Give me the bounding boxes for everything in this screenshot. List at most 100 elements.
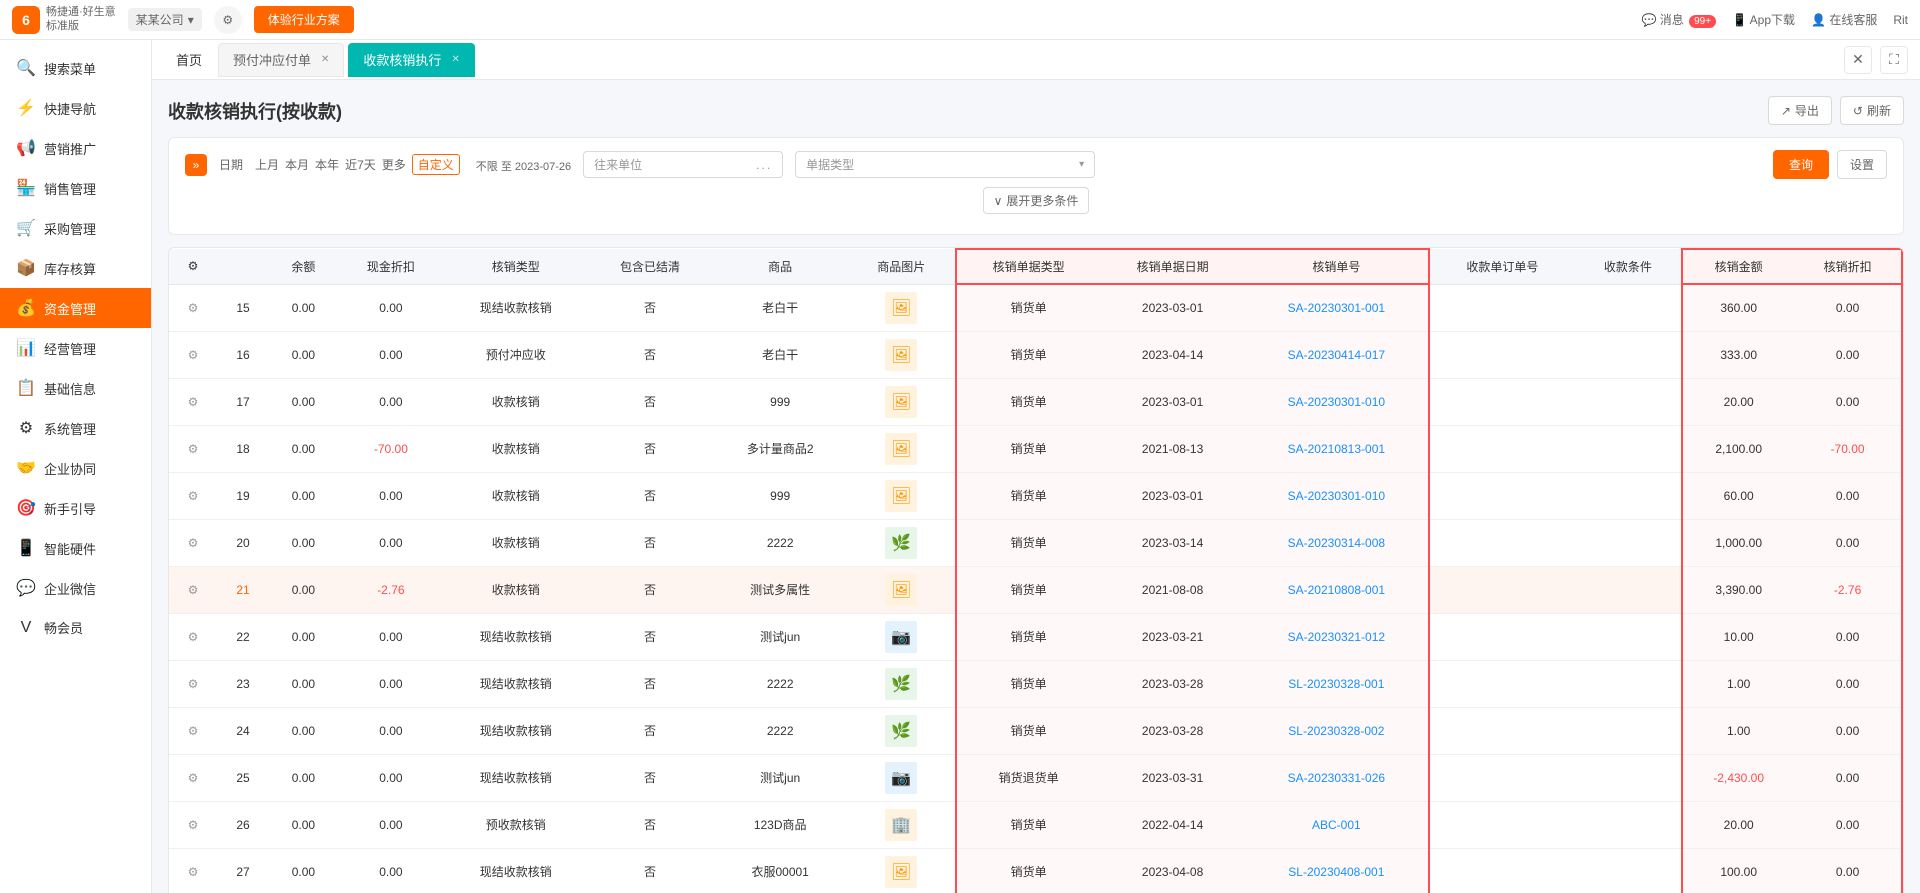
sidebar-item-guide[interactable]: 🎯 新手引导 — [0, 488, 151, 528]
row-settings-icon[interactable]: ⚙ — [169, 519, 217, 566]
sidebar-item-inventory[interactable]: 📦 库存核算 — [0, 248, 151, 288]
write-off-no-link[interactable]: SA-20210808-001 — [1288, 583, 1385, 597]
row-settings-icon[interactable]: ⚙ — [169, 331, 217, 378]
date-this-year[interactable]: 本年 — [315, 156, 339, 173]
th-settings[interactable]: ⚙ — [169, 249, 217, 284]
write-off-no-link[interactable]: SA-20210813-001 — [1288, 442, 1385, 456]
sidebar-item-system[interactable]: ⚙ 系统管理 — [0, 408, 151, 448]
write-off-no-link[interactable]: SA-20230301-010 — [1288, 489, 1385, 503]
query-button[interactable]: 查询 — [1773, 150, 1829, 179]
sidebar-item-quick-nav[interactable]: ⚡ 快捷导航 — [0, 88, 151, 128]
row-settings-icon[interactable]: ⚙ — [169, 801, 217, 848]
filter-expand-button[interactable]: » — [185, 154, 207, 176]
date-last-month[interactable]: 上月 — [255, 156, 279, 173]
sidebar-item-sales[interactable]: 🏪 销售管理 — [0, 168, 151, 208]
tab-bar-actions: ✕ ⛶ — [1844, 46, 1908, 74]
row-write-off-date: 2021-08-08 — [1101, 566, 1245, 613]
partner-filter[interactable]: 往来单位 ... — [583, 151, 783, 178]
row-settings-icon[interactable]: ⚙ — [169, 754, 217, 801]
row-settings-icon[interactable]: ⚙ — [169, 284, 217, 331]
row-write-off-type: 现结收款核销 — [444, 848, 588, 893]
row-product-image: 📷 — [848, 754, 956, 801]
row-settings-icon[interactable]: ⚙ — [169, 566, 217, 613]
settings-icon[interactable]: ⚙ — [214, 6, 242, 34]
row-settings-icon[interactable]: ⚙ — [169, 848, 217, 893]
sidebar-item-search[interactable]: 🔍 搜索菜单 — [0, 48, 151, 88]
sidebar-item-member[interactable]: V 畅会员 — [0, 608, 151, 647]
refresh-button[interactable]: ↺ 刷新 — [1840, 96, 1904, 125]
write-off-no-link[interactable]: SA-20230414-017 — [1288, 348, 1385, 362]
sidebar-item-collab[interactable]: 🤝 企业协同 — [0, 448, 151, 488]
row-settings-icon[interactable]: ⚙ — [169, 660, 217, 707]
sidebar-item-wechat[interactable]: 💬 企业微信 — [0, 568, 151, 608]
th-write-off-discount: 核销折扣 — [1794, 249, 1902, 284]
th-included-cleared: 包含已结清 — [588, 249, 713, 284]
expand-more-row: ∨ 展开更多条件 — [185, 187, 1887, 214]
write-off-no-link[interactable]: SA-20230301-001 — [1288, 301, 1385, 315]
write-off-no-link[interactable]: SA-20230314-008 — [1288, 536, 1385, 550]
write-off-no-link[interactable]: SA-20230321-012 — [1288, 630, 1385, 644]
export-button[interactable]: ↗ 导出 — [1768, 96, 1832, 125]
table-row: ⚙260.000.00预收款核销否123D商品🏢销货单2022-04-14ABC… — [169, 801, 1902, 848]
sidebar-item-label: 智能硬件 — [44, 539, 96, 558]
filter-settings-button[interactable]: 设置 — [1837, 150, 1887, 179]
online-service-button[interactable]: 👤 在线客服 — [1811, 11, 1877, 28]
tab-write-off[interactable]: 收款核销执行 ✕ — [348, 43, 474, 77]
tab-close-icon[interactable]: ✕ — [451, 54, 459, 65]
date-custom[interactable]: 自定义 — [412, 154, 460, 175]
row-write-off-no: SA-20210813-001 — [1244, 425, 1429, 472]
write-off-no-link[interactable]: ABC-001 — [1312, 818, 1361, 832]
date-7days[interactable]: 近7天 — [345, 156, 376, 173]
row-receipt-order-no — [1429, 660, 1574, 707]
sidebar-item-finance[interactable]: 💰 资金管理 — [0, 288, 151, 328]
date-shortcuts: 上月 本月 本年 近7天 更多 自定义 — [255, 154, 460, 175]
tab-prepayment[interactable]: 预付冲应付单 ✕ — [218, 43, 344, 77]
write-off-no-link[interactable]: SL-20230408-001 — [1288, 865, 1384, 879]
row-balance: 0.00 — [269, 472, 338, 519]
row-cash-discount: 0.00 — [338, 660, 444, 707]
row-write-off-no: SL-20230408-001 — [1244, 848, 1429, 893]
export-icon: ↗ — [1781, 104, 1791, 118]
tab-home[interactable]: 首页 — [164, 50, 214, 69]
sidebar-item-operation[interactable]: 📊 经营管理 — [0, 328, 151, 368]
logo-text: 畅捷通·好生意 标准版 — [46, 6, 116, 32]
row-settings-icon[interactable]: ⚙ — [169, 425, 217, 472]
top-nav-right: 💬 消息 99+ 📱 App下载 👤 在线客服 Rit — [1641, 11, 1908, 28]
sidebar-item-purchase[interactable]: 🛒 采购管理 — [0, 208, 151, 248]
row-product: 测试jun — [713, 754, 848, 801]
row-write-off-amount: 1.00 — [1682, 660, 1794, 707]
app-download-button[interactable]: 📱 App下载 — [1732, 11, 1795, 28]
company-select[interactable]: 某某公司 ▾ — [128, 8, 202, 31]
messages-button[interactable]: 💬 消息 99+ — [1641, 11, 1716, 28]
main-layout: 🔍 搜索菜单 ⚡ 快捷导航 📢 营销推广 🏪 销售管理 🛒 采购管理 📦 库存核… — [0, 40, 1920, 893]
sidebar-item-marketing[interactable]: 📢 营销推广 — [0, 128, 151, 168]
order-type-filter[interactable]: 单据类型 ▾ — [795, 151, 1095, 178]
th-write-off-no: 核销单号 — [1244, 249, 1429, 284]
row-write-off-date: 2023-03-01 — [1101, 378, 1245, 425]
write-off-no-link[interactable]: SL-20230328-001 — [1288, 677, 1384, 691]
refresh-icon: ↺ — [1853, 104, 1863, 118]
row-product: 老白干 — [713, 331, 848, 378]
row-receipt-order-no — [1429, 848, 1574, 893]
write-off-no-link[interactable]: SA-20230301-010 — [1288, 395, 1385, 409]
sidebar-item-hardware[interactable]: 📱 智能硬件 — [0, 528, 151, 568]
expand-tabs-button[interactable]: ⛶ — [1880, 46, 1908, 74]
close-all-tabs-button[interactable]: ✕ — [1844, 46, 1872, 74]
row-receipt-order-no — [1429, 331, 1574, 378]
date-more[interactable]: 更多 — [382, 156, 406, 173]
row-write-off-amount: 360.00 — [1682, 284, 1794, 331]
row-settings-icon[interactable]: ⚙ — [169, 707, 217, 754]
row-settings-icon[interactable]: ⚙ — [169, 613, 217, 660]
row-cash-discount: 0.00 — [338, 613, 444, 660]
trial-button[interactable]: 体验行业方案 — [254, 6, 354, 33]
row-write-off-date: 2023-03-31 — [1101, 754, 1245, 801]
sidebar-item-basic[interactable]: 📋 基础信息 — [0, 368, 151, 408]
tab-close-icon[interactable]: ✕ — [321, 54, 329, 65]
date-this-month[interactable]: 本月 — [285, 156, 309, 173]
row-settings-icon[interactable]: ⚙ — [169, 472, 217, 519]
row-settings-icon[interactable]: ⚙ — [169, 378, 217, 425]
row-included-cleared: 否 — [588, 754, 713, 801]
expand-more-button[interactable]: ∨ 展开更多条件 — [983, 187, 1090, 214]
write-off-no-link[interactable]: SL-20230328-002 — [1288, 724, 1384, 738]
write-off-no-link[interactable]: SA-20230331-026 — [1288, 771, 1385, 785]
